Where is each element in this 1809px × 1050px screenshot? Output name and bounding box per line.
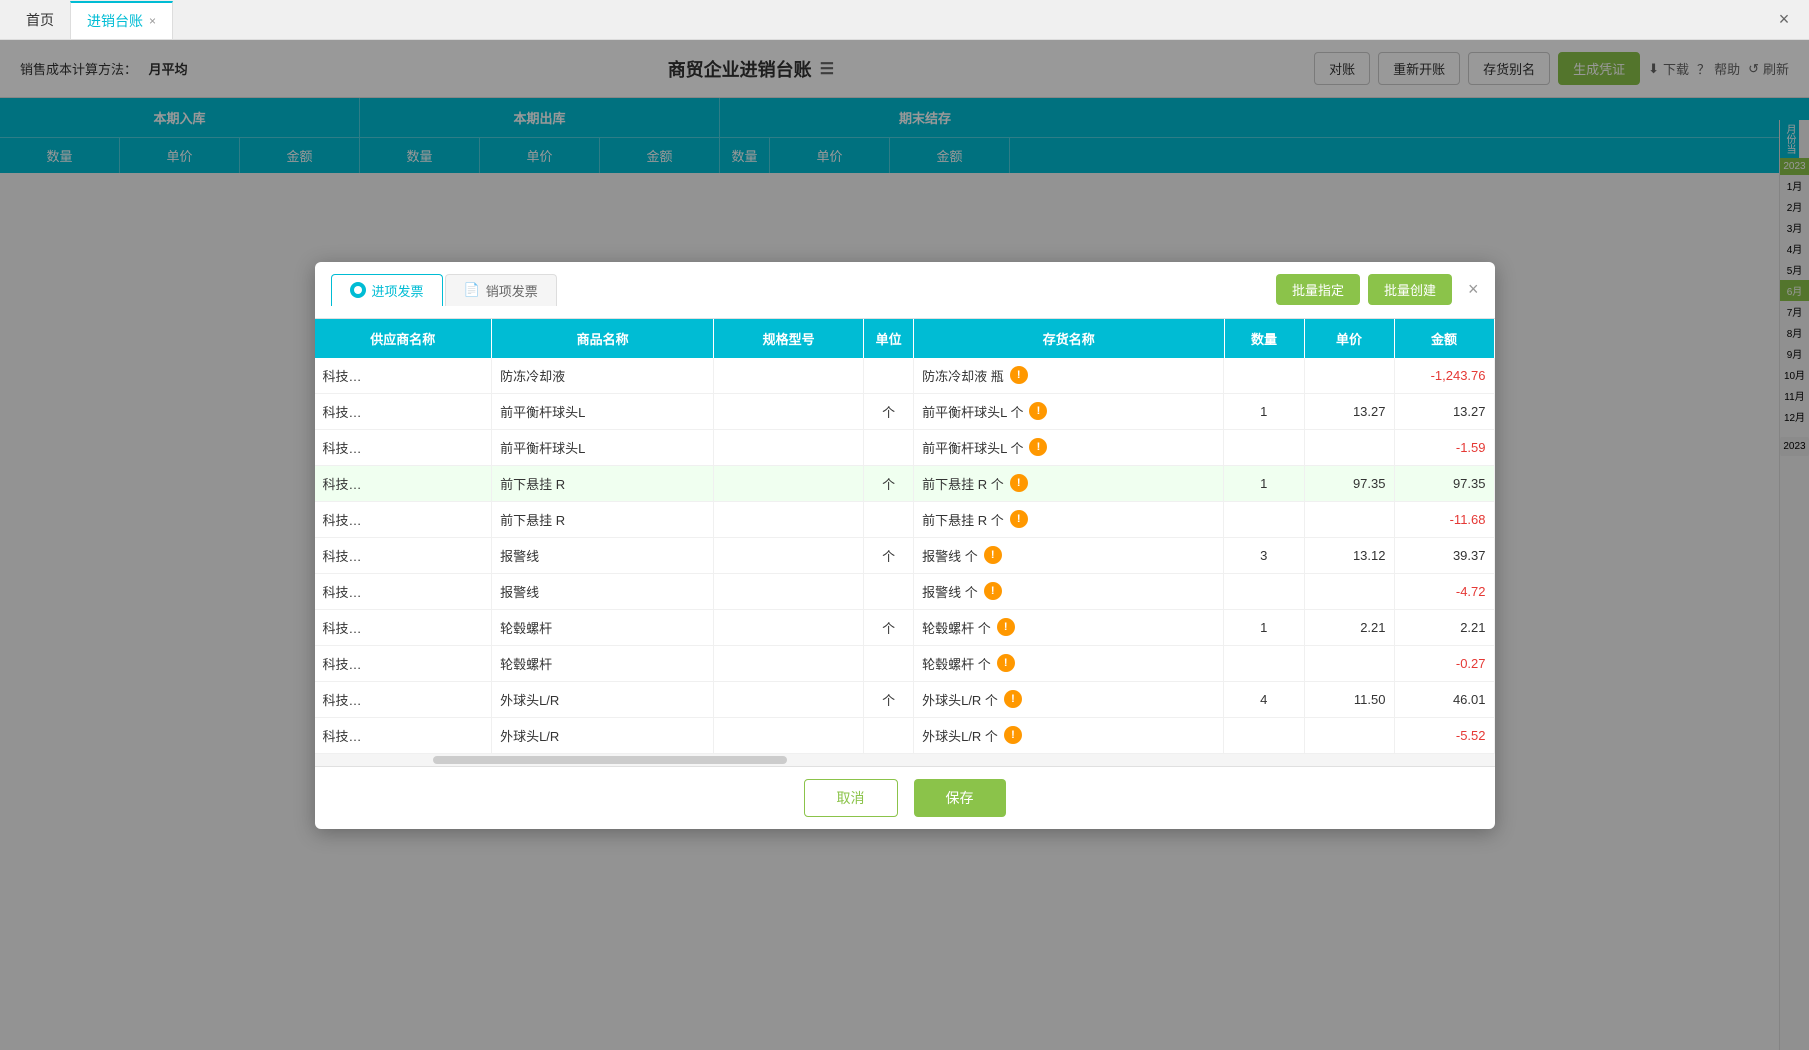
- table-row: 科技…前下悬挂 R前下悬挂 R 个!-11.68: [315, 501, 1495, 537]
- table-row: 科技…前下悬挂 R个前下悬挂 R 个!197.3597.35: [315, 465, 1495, 501]
- modal-header: 进项发票 📄 销项发票 批量指定 批量创建 ×: [315, 262, 1495, 319]
- col-header-amount: 金额: [1394, 319, 1494, 358]
- table-row: 科技…防冻冷却液防冻冷却液 瓶!-1,243.76: [315, 358, 1495, 394]
- col-header-supplier: 供应商名称: [315, 319, 492, 358]
- tab-bar: 首页 进销台账 × ×: [0, 0, 1809, 40]
- col-header-spec: 规格型号: [714, 319, 864, 358]
- warning-icon: !: [1029, 438, 1047, 456]
- warning-icon: !: [997, 618, 1015, 636]
- modal-tabs: 进项发票 📄 销项发票: [331, 274, 557, 306]
- table-row: 科技…报警线报警线 个!-4.72: [315, 573, 1495, 609]
- warning-icon: !: [984, 582, 1002, 600]
- warning-icon: !: [984, 546, 1002, 564]
- col-header-unit: 单位: [864, 319, 914, 358]
- sales-invoice-icon: 📄: [464, 282, 480, 298]
- modal-close-button[interactable]: ×: [1468, 279, 1479, 300]
- cancel-button[interactable]: 取消: [804, 779, 898, 817]
- tab-sales-invoice[interactable]: 📄 销项发票: [445, 274, 557, 306]
- modal-table-wrap: 供应商名称 商品名称 规格型号 单位 存货名称 数量 单价 金额 科技…防冻冷却…: [315, 319, 1495, 754]
- warning-icon: !: [1004, 690, 1022, 708]
- table-row: 科技…前平衡杆球头L前平衡杆球头L 个!-1.59: [315, 429, 1495, 465]
- modal-table: 供应商名称 商品名称 规格型号 单位 存货名称 数量 单价 金额 科技…防冻冷却…: [315, 319, 1495, 754]
- warning-icon: !: [1010, 510, 1028, 528]
- batch-assign-button[interactable]: 批量指定: [1276, 274, 1360, 305]
- warning-icon: !: [1004, 726, 1022, 744]
- table-row: 科技…前平衡杆球头L个前平衡杆球头L 个!113.2713.27: [315, 393, 1495, 429]
- warning-icon: !: [997, 654, 1015, 672]
- warning-icon: !: [1010, 474, 1028, 492]
- tab-home[interactable]: 首页: [10, 2, 70, 38]
- modal-scrollbar-thumb[interactable]: [433, 756, 787, 764]
- table-row: 科技…外球头L/R个外球头L/R 个!411.5046.01: [315, 681, 1495, 717]
- col-header-price: 单价: [1304, 319, 1394, 358]
- modal-overlay: 进项发票 📄 销项发票 批量指定 批量创建 ×: [0, 40, 1809, 1050]
- col-header-qty: 数量: [1224, 319, 1304, 358]
- modal-footer: 取消 保存: [315, 766, 1495, 829]
- modal-scrollbar[interactable]: [315, 754, 1495, 766]
- window-close-btn[interactable]: ×: [1769, 5, 1799, 35]
- table-row: 科技…轮毂螺杆轮毂螺杆 个!-0.27: [315, 645, 1495, 681]
- tab-purchase[interactable]: 进销台账 ×: [70, 1, 173, 39]
- tab-close-icon[interactable]: ×: [149, 14, 156, 28]
- col-header-product: 商品名称: [492, 319, 714, 358]
- warning-icon: !: [1010, 366, 1028, 384]
- table-row: 科技…轮毂螺杆个轮毂螺杆 个!12.212.21: [315, 609, 1495, 645]
- table-row: 科技…报警线个报警线 个!313.1239.37: [315, 537, 1495, 573]
- save-button[interactable]: 保存: [914, 779, 1006, 817]
- purchase-invoice-icon: [350, 282, 366, 298]
- batch-create-button[interactable]: 批量创建: [1368, 274, 1452, 305]
- tab-purchase-invoice[interactable]: 进项发票: [331, 274, 443, 306]
- main-background: 销售成本计算方法： 月平均 商贸企业进销台账 ☰ 对账 重新开账 存货别名 生成…: [0, 40, 1809, 1050]
- table-row: 科技…外球头L/R外球头L/R 个!-5.52: [315, 717, 1495, 753]
- batch-buttons: 批量指定 批量创建: [1276, 274, 1452, 305]
- col-header-inventory: 存货名称: [914, 319, 1224, 358]
- warning-icon: !: [1029, 402, 1047, 420]
- modal-dialog: 进项发票 📄 销项发票 批量指定 批量创建 ×: [315, 262, 1495, 829]
